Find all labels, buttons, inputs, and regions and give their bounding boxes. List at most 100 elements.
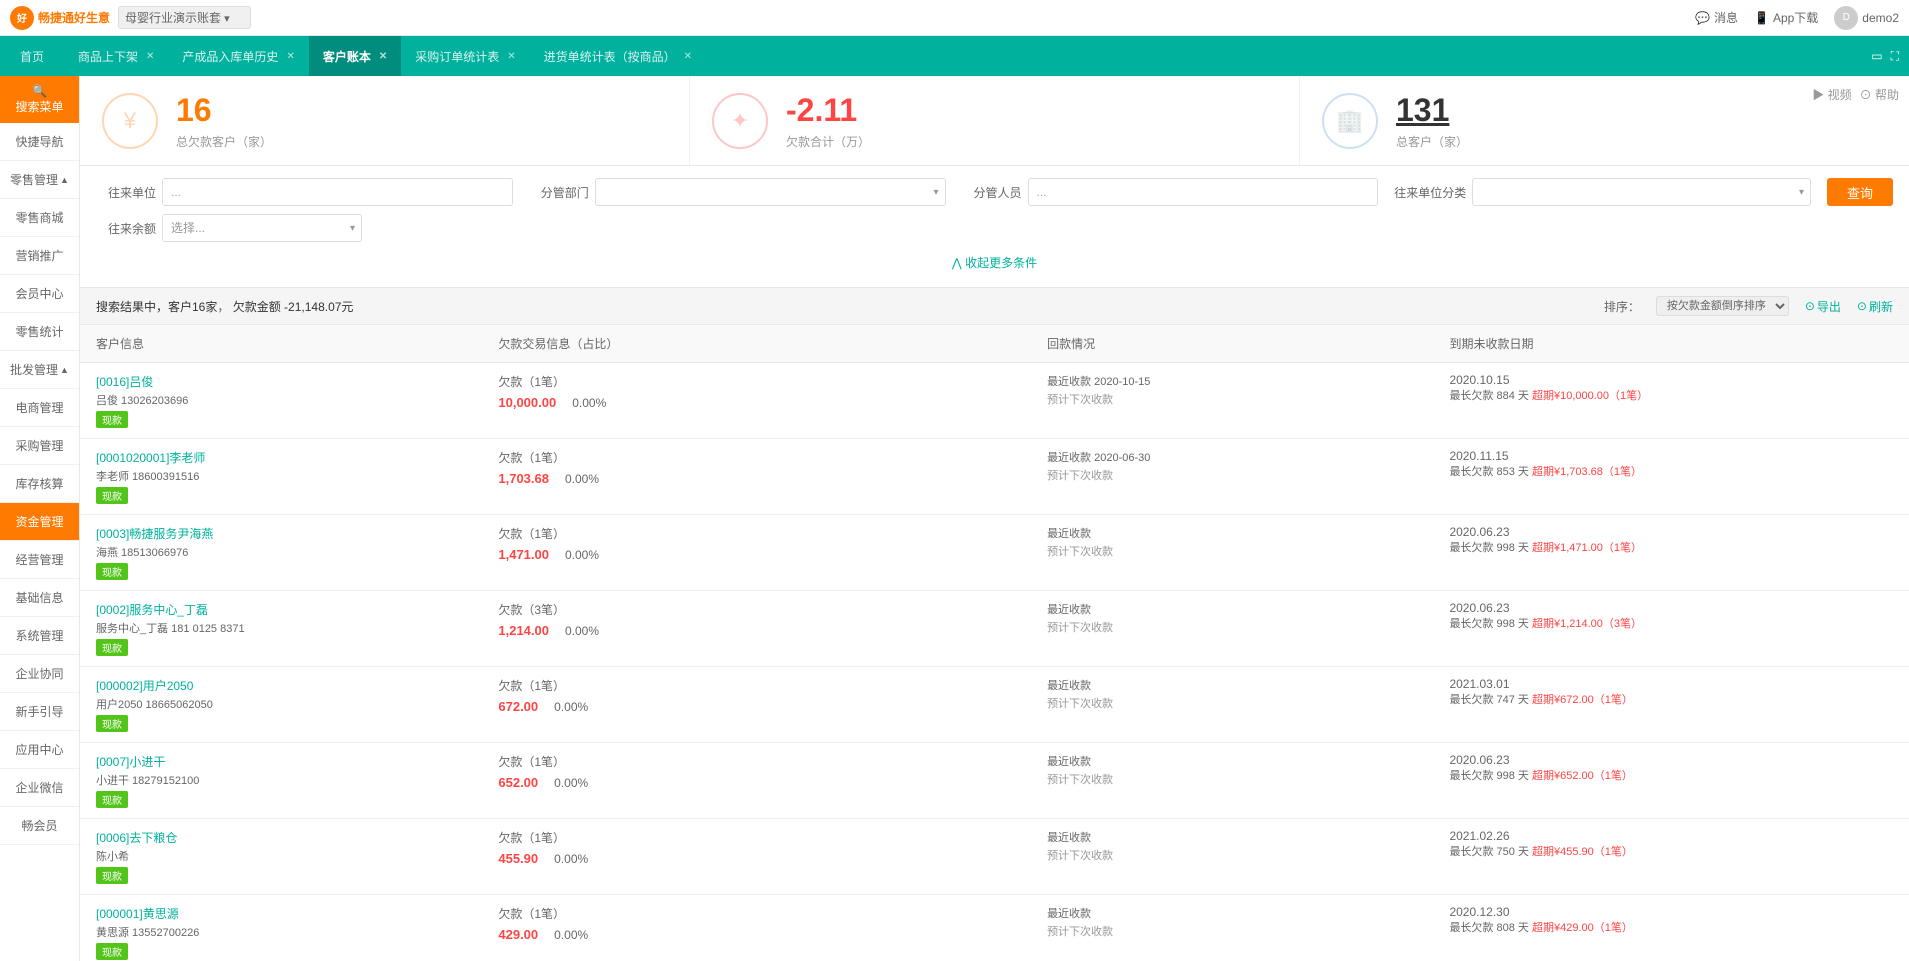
th-collection-status: 回款情况 — [1031, 325, 1433, 363]
tab-production-history-label: 产成品入库单历史 — [182, 48, 278, 65]
tab-purchase-stats-product[interactable]: 进货单统计表（按商品） ✕ — [530, 36, 706, 76]
tab-bar: 首页 商品上下架 ✕ 产成品入库单历史 ✕ 客户账本 ✕ 采购订单统计表 ✕ 进… — [0, 36, 1909, 76]
sidebar-search-label: 搜索菜单 — [15, 100, 63, 114]
user-avatar-area[interactable]: D demo2 — [1834, 6, 1899, 30]
view-btn[interactable]: ▶ 视频 — [1812, 86, 1851, 103]
overdue-link-5[interactable]: 超期¥652.00（1笔） — [1532, 770, 1633, 782]
stat-value-debt-amount: -2.11 — [786, 92, 870, 129]
sidebar-item-purchase[interactable]: 采购管理 — [0, 427, 79, 465]
debt-row-3: 1,214.00 0.00% — [498, 622, 1015, 638]
tab-home[interactable]: 首页 — [0, 36, 64, 76]
overdue-row-4: 最长欠款 747 天 超期¥672.00（1笔） — [1449, 691, 1893, 707]
tab-customer-account[interactable]: 客户账本 ✕ — [309, 36, 401, 76]
due-date-7: 2020.12.30 — [1449, 905, 1893, 919]
sidebar-item-capital[interactable]: 资金管理 — [0, 503, 79, 541]
sidebar-search[interactable]: 🔍 搜索菜单 — [0, 76, 79, 123]
sidebar-item-operation[interactable]: 经营管理 — [0, 541, 79, 579]
tab-expand-icon[interactable]: ⛶ — [1891, 49, 1899, 64]
refresh-btn[interactable]: ⊙ 刷新 — [1857, 298, 1893, 315]
stat-card-total-customers: 🏢 131 总客户（家） ▶ 视频 ⊙ 帮助 — [1300, 76, 1909, 165]
sidebar-item-quicknav[interactable]: 快捷导航 — [0, 123, 79, 161]
sidebar-item-enterprise[interactable]: 企业协同 — [0, 655, 79, 693]
debt-row-4: 672.00 0.00% — [498, 698, 1015, 714]
filter-unit-category-select[interactable]: ▾ — [1472, 178, 1811, 206]
customer-code-2[interactable]: [0003]畅捷服务尹海燕 — [96, 525, 466, 542]
td-customer-info-1: [0001020001]李老师 李老师 18600391516 现款 — [80, 439, 482, 515]
debt-amount-3: 1,214.00 — [498, 623, 549, 638]
sidebar-item-basic-info[interactable]: 基础信息 — [0, 579, 79, 617]
sidebar-item-system[interactable]: 系统管理 — [0, 617, 79, 655]
collapse-btn[interactable]: ⋀ 收起更多条件 — [96, 250, 1893, 275]
overdue-link-2[interactable]: 超期¥1,471.00（1笔） — [1532, 542, 1642, 554]
sidebar-item-app-center[interactable]: 应用中心 — [0, 731, 79, 769]
result-actions: 排序： 按欠款金额倒序排序 ⊙ 导出 ⊙ 刷新 — [1604, 296, 1893, 316]
sidebar-item-batch-mgmt[interactable]: 批发管理 ▲ — [0, 351, 79, 389]
sidebar-item-newbie[interactable]: 新手引导 — [0, 693, 79, 731]
sidebar-item-marketing[interactable]: 营销推广 — [0, 237, 79, 275]
next-collect-0: 预计下次收款 — [1047, 391, 1417, 407]
tab-products-toggle-close[interactable]: ✕ — [146, 51, 154, 62]
sidebar-item-ecommerce[interactable]: 电商管理 — [0, 389, 79, 427]
help-btn[interactable]: ⊙ 帮助 — [1860, 86, 1899, 103]
debt-customers-icon: ¥ — [102, 93, 158, 149]
customer-code-0[interactable]: [0016]吕俊 — [96, 373, 466, 390]
stat-icon-debt-amount: ✦ — [710, 91, 770, 151]
sidebar-item-ecommerce-label: 电商管理 — [15, 401, 63, 415]
tab-minimize-icon[interactable]: ▭ — [1871, 49, 1882, 63]
export-btn[interactable]: ⊙ 导出 — [1805, 298, 1841, 315]
content-area: ¥ 16 总欠款客户（家） ✦ -2.11 欠款合计（万） 🏢 — [80, 76, 1909, 961]
overdue-link-7[interactable]: 超期¥429.00（1笔） — [1532, 922, 1633, 934]
sort-select[interactable]: 按欠款金额倒序排序 — [1656, 296, 1789, 316]
company-selector[interactable]: 母婴行业演示账套 ▾ — [118, 6, 251, 29]
customer-code-1[interactable]: [0001020001]李老师 — [96, 449, 466, 466]
debt-amount-4: 672.00 — [498, 699, 538, 714]
debt-amount-6: 455.90 — [498, 851, 538, 866]
sidebar-item-retail-mgmt[interactable]: 零售管理 ▲ — [0, 161, 79, 199]
filter-person-input[interactable]: ... — [1028, 178, 1379, 206]
overdue-link-1[interactable]: 超期¥1,703.68（1笔） — [1532, 466, 1642, 478]
debt-amount-0: 10,000.00 — [498, 395, 556, 410]
customer-code-7[interactable]: [000001]黄思源 — [96, 905, 466, 922]
filter-person-dots: ... — [1037, 185, 1047, 199]
debt-amount-1: 1,703.68 — [498, 471, 549, 486]
next-collect-7: 预计下次收款 — [1047, 923, 1417, 939]
filter-department-select[interactable]: ▾ — [595, 178, 946, 206]
overdue-link-0[interactable]: 超期¥10,000.00（1笔） — [1532, 390, 1648, 402]
filter-source-unit-input[interactable]: ... — [162, 178, 513, 206]
sidebar-item-inventory[interactable]: 库存核算 — [0, 465, 79, 503]
tab-products-toggle[interactable]: 商品上下架 ✕ — [64, 36, 168, 76]
customer-code-3[interactable]: [0002]服务中心_丁磊 — [96, 601, 466, 618]
filter-balance-select[interactable]: 选择... ▾ — [162, 214, 362, 242]
sidebar-item-member-center[interactable]: 会员中心 — [0, 275, 79, 313]
overdue-link-3[interactable]: 超期¥1,214.00（3笔） — [1532, 618, 1642, 630]
customer-code-4[interactable]: [000002]用户2050 — [96, 677, 466, 694]
tab-production-history-close[interactable]: ✕ — [286, 51, 294, 62]
customer-name-0: 吕俊 13026203696 — [96, 392, 466, 408]
td-due-date-2: 2020.06.23 最长欠款 998 天 超期¥1,471.00（1笔） — [1433, 515, 1909, 591]
sidebar-item-retail-mall[interactable]: 零售商城 — [0, 199, 79, 237]
debt-ratio-6: 0.00% — [554, 852, 588, 866]
td-due-date-3: 2020.06.23 最长欠款 998 天 超期¥1,214.00（3笔） — [1433, 591, 1909, 667]
customer-code-5[interactable]: [0007]小进干 — [96, 753, 466, 770]
filter-department: 分管部门 ▾ — [529, 178, 946, 206]
tab-purchase-stats-close[interactable]: ✕ — [507, 51, 515, 62]
overdue-link-6[interactable]: 超期¥455.90（1笔） — [1532, 846, 1633, 858]
message-btn[interactable]: 💬 消息 — [1695, 9, 1738, 26]
customer-code-6[interactable]: [0006]去下粮仓 — [96, 829, 466, 846]
tab-customer-account-close[interactable]: ✕ — [379, 51, 387, 62]
sidebar-item-enterprise-wechat[interactable]: 企业微信 — [0, 769, 79, 807]
sidebar-item-vip[interactable]: 畅会员 — [0, 807, 79, 845]
app-download-btn[interactable]: 📱 App下载 — [1754, 9, 1818, 26]
sidebar-item-vip-label: 畅会员 — [21, 819, 57, 833]
tab-purchase-stats[interactable]: 采购订单统计表 ✕ — [401, 36, 529, 76]
overdue-link-4[interactable]: 超期¥672.00（1笔） — [1532, 694, 1633, 706]
filter-unit-category-select-input[interactable] — [1481, 185, 1802, 199]
debt-ratio-3: 0.00% — [565, 624, 599, 638]
tab-production-history[interactable]: 产成品入库单历史 ✕ — [168, 36, 308, 76]
stat-value-total-customers: 131 — [1396, 92, 1468, 129]
sidebar-item-retail-stats[interactable]: 零售统计 — [0, 313, 79, 351]
filter-balance-select-input[interactable]: 选择... — [171, 221, 353, 235]
tab-purchase-stats-product-close[interactable]: ✕ — [684, 51, 692, 62]
filter-department-select-input[interactable] — [604, 185, 937, 199]
query-button[interactable]: 查询 — [1827, 178, 1893, 206]
